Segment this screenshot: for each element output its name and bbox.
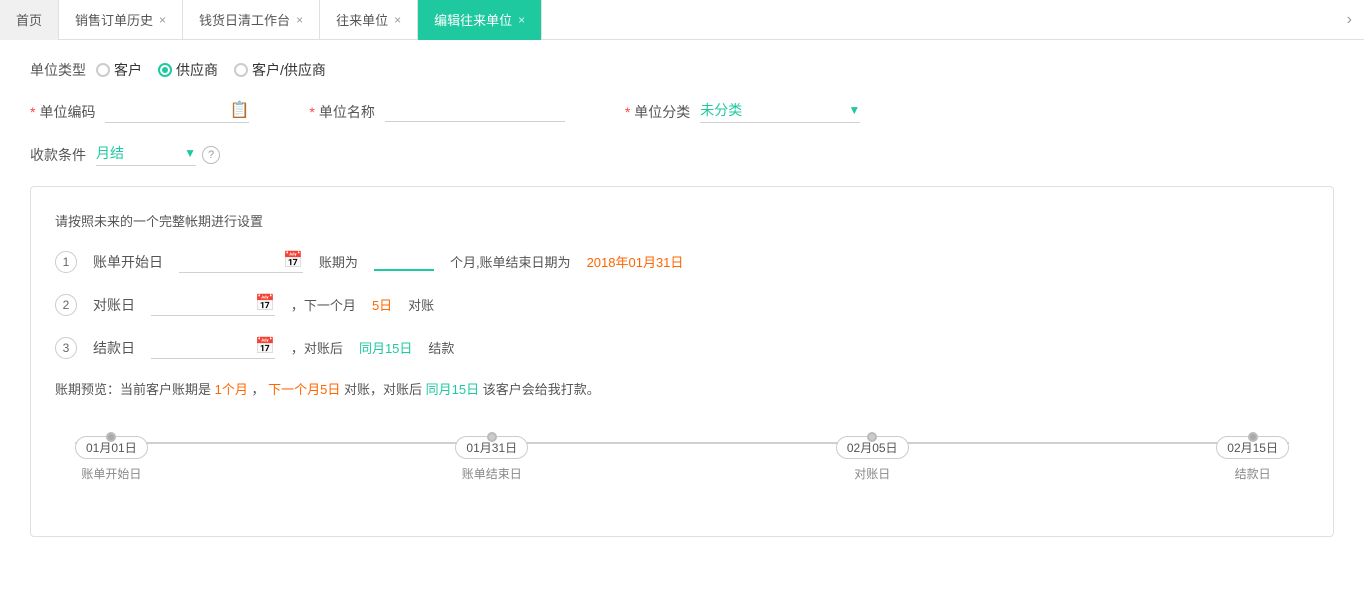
radio-supplier[interactable]: 供应商 (158, 60, 218, 80)
timeline: 01月01日 账单开始日 01月31日 账单结束日 02月05日 对账日 (55, 422, 1309, 512)
step-1-desc-after: 个月,账单结束日期为 (450, 252, 571, 271)
unit-code-label: *单位编码 (30, 102, 95, 122)
step-1-num: 1 (55, 251, 77, 273)
step-1-label: 账单开始日 (93, 252, 163, 272)
settings-section: 请按照未来的一个完整帐期进行设置 1 账单开始日 2018-01-01 📅 账期… (30, 186, 1334, 537)
step-3-label: 结款日 (93, 338, 135, 358)
step-3-row: 3 结款日 2018-02-15 📅 ，对账后 同月15日 结款 (55, 336, 1309, 359)
step-1-date-input[interactable]: 2018-01-01 (179, 252, 279, 268)
timeline-point-3: 02月15日 结款日 (1216, 432, 1289, 482)
tab-partner-list[interactable]: 往来单位 × (320, 0, 418, 40)
step-2-date-wrap: 2018-02-05 📅 (151, 293, 275, 316)
step-3-date-input[interactable]: 2018-02-15 (151, 338, 251, 354)
preview-text: 账期预览：当前客户账期是 1个月 ， 下一个月5日 对账，对账后 同月15日 该… (55, 379, 1309, 398)
step-2-row: 2 对账日 2018-02-05 📅 ，下一个月 5日 对账 (55, 293, 1309, 316)
unit-type-radio-group: 客户 供应商 客户/供应商 (96, 60, 326, 80)
step-1-desc-before: 账期为 (319, 252, 358, 271)
step-3-desc2: 结款 (428, 338, 454, 357)
timeline-label-3: 结款日 (1235, 465, 1271, 482)
radio-customer-supplier[interactable]: 客户/供应商 (234, 60, 326, 80)
close-icon[interactable]: × (159, 13, 166, 27)
step-2-desc2: 对账 (408, 295, 434, 314)
tab-bar: 首页 销售订单历史 × 钱货日清工作台 × 往来单位 × 编辑往来单位 × › (0, 0, 1364, 40)
close-icon[interactable]: × (518, 13, 525, 27)
timeline-point-1: 01月31日 账单结束日 (455, 432, 528, 482)
close-icon[interactable]: × (296, 13, 303, 27)
payment-terms-select[interactable]: 月结 ▼ (96, 143, 196, 166)
calendar-icon[interactable]: 📅 (283, 250, 303, 270)
timeline-points: 01月01日 账单开始日 01月31日 账单结束日 02月05日 对账日 (75, 432, 1289, 482)
timeline-label-1: 账单结束日 (462, 465, 522, 482)
payment-terms-value: 月结 (96, 143, 178, 163)
step-2-date-input[interactable]: 2018-02-05 (151, 295, 251, 311)
timeline-dot-1 (487, 432, 497, 442)
unit-code-field[interactable]: 000001 📋 (105, 100, 249, 123)
calendar-icon[interactable]: 📅 (255, 293, 275, 313)
step-1-row: 1 账单开始日 2018-01-01 📅 账期为 1 个月,账单结束日期为 20… (55, 250, 1309, 273)
chevron-down-icon: ▼ (184, 146, 196, 160)
tab-home[interactable]: 首页 (0, 0, 59, 40)
unit-category-value: 未分类 (700, 100, 842, 120)
calendar-icon[interactable]: 📅 (255, 336, 275, 356)
radio-customer[interactable]: 客户 (96, 60, 142, 80)
preview-part3: 同月15日 (426, 382, 479, 397)
step-2-desc: ，下一个月 (291, 295, 356, 314)
months-input[interactable]: 1 (374, 253, 434, 271)
copy-icon[interactable]: 📋 (229, 100, 249, 120)
timeline-point-2: 02月05日 对账日 (836, 432, 909, 482)
step-2-highlight: 5日 (372, 295, 392, 314)
payment-terms-label: 收款条件 (30, 145, 86, 165)
timeline-dot-3 (1248, 432, 1258, 442)
step-3-highlight: 同月15日 (359, 338, 412, 357)
step-3-date-wrap: 2018-02-15 📅 (151, 336, 275, 359)
tab-sales-history[interactable]: 销售订单历史 × (59, 0, 183, 40)
tab-edit-partner[interactable]: 编辑往来单位 × (418, 0, 542, 40)
step-3-desc: ，对账后 (291, 338, 343, 357)
unit-name-input[interactable]: 河南供应商22 (385, 101, 565, 122)
unit-type-label: 单位类型 (30, 60, 86, 80)
step-2-num: 2 (55, 294, 77, 316)
timeline-label-2: 对账日 (854, 465, 890, 482)
tab-more[interactable]: › (1335, 0, 1364, 40)
unit-name-label: *单位名称 (309, 102, 374, 122)
unit-code-input[interactable]: 000001 (105, 102, 225, 118)
step-1-end-date: 2018年01月31日 (587, 252, 684, 271)
step-3-num: 3 (55, 337, 77, 359)
timeline-point-0: 01月01日 账单开始日 (75, 432, 148, 482)
step-2-label: 对账日 (93, 295, 135, 315)
unit-category-select[interactable]: 未分类 ▼ (700, 100, 860, 123)
preview-part1: 1个月 (215, 382, 248, 397)
timeline-label-0: 账单开始日 (81, 465, 141, 482)
chevron-down-icon: ▼ (848, 103, 860, 117)
tab-cash-workbench[interactable]: 钱货日清工作台 × (183, 0, 320, 40)
section-title: 请按照未来的一个完整帐期进行设置 (55, 211, 1309, 230)
preview-part2: 下一个月5日 (268, 382, 340, 397)
help-icon[interactable]: ? (202, 146, 220, 164)
unit-category-label: *单位分类 (625, 102, 690, 122)
step-1-date-wrap: 2018-01-01 📅 (179, 250, 303, 273)
close-icon[interactable]: × (394, 13, 401, 27)
